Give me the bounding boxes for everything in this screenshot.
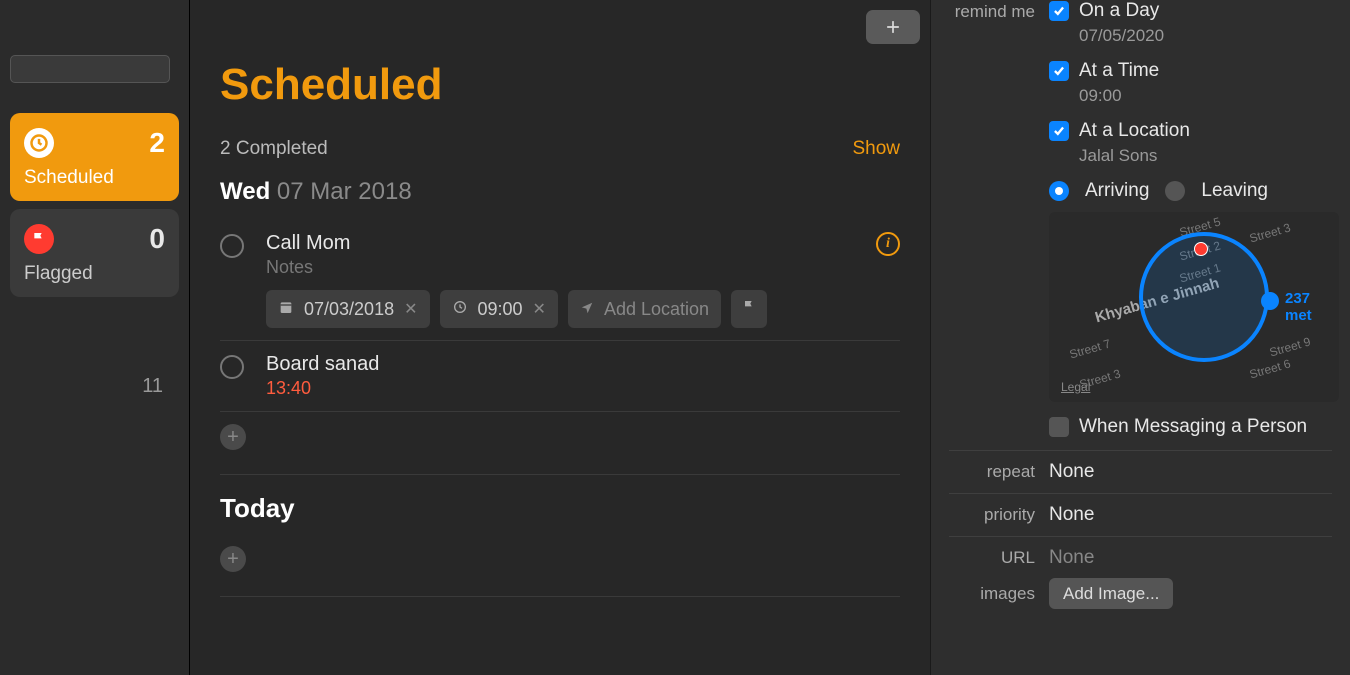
info-button[interactable]: i	[876, 232, 900, 256]
arriving-label: Arriving	[1085, 180, 1149, 202]
location-arrow-icon	[580, 299, 594, 320]
at-location-checkbox[interactable]	[1049, 121, 1069, 141]
map-pin-icon	[1194, 242, 1208, 256]
remind-me-label: remind me	[949, 0, 1049, 22]
messaging-checkbox[interactable]	[1049, 417, 1069, 437]
sidebar: 2 Scheduled 0 Flagged 11	[0, 0, 190, 675]
on-day-checkbox[interactable]	[1049, 1, 1069, 21]
clear-date-icon[interactable]: ✕	[404, 299, 417, 319]
add-task-row: +	[220, 534, 900, 597]
leaving-label: Leaving	[1201, 180, 1268, 202]
images-label: images	[949, 584, 1049, 604]
task-row[interactable]: Call Mom Notes 07/03/2018 ✕ 09:00 ✕	[220, 220, 900, 341]
at-location-value[interactable]: Jalal Sons	[1079, 146, 1339, 166]
clock-icon	[452, 299, 468, 320]
today-header: Today	[220, 493, 900, 524]
complete-toggle[interactable]	[220, 355, 244, 379]
completed-count: 2 Completed	[220, 138, 328, 160]
url-value[interactable]: None	[1049, 547, 1332, 569]
repeat-value[interactable]: None	[1049, 461, 1332, 483]
flag-icon	[24, 224, 54, 254]
add-task-row: +	[220, 412, 900, 475]
date-header: Wed 07 Mar 2018	[220, 178, 900, 206]
flagged-count: 0	[149, 223, 165, 255]
arriving-radio[interactable]	[1049, 181, 1069, 201]
task-overdue-time: 13:40	[266, 378, 900, 399]
map-legal-link[interactable]: Legal	[1061, 380, 1090, 394]
location-map[interactable]: Street 5 Street 3 Street 2 Street 1 Khya…	[1049, 212, 1339, 402]
leaving-radio[interactable]	[1165, 181, 1185, 201]
list-count: 11	[10, 305, 179, 398]
sidebar-item-flagged[interactable]: 0 Flagged	[10, 209, 179, 297]
page-title: Scheduled	[220, 60, 900, 110]
priority-label: priority	[949, 505, 1049, 525]
clock-icon	[24, 128, 54, 158]
at-location-label: At a Location	[1079, 120, 1190, 142]
add-reminder-button[interactable]	[866, 10, 920, 44]
inspector-panel: remind me On a Day 07/05/2020 At a Time …	[930, 0, 1350, 675]
sidebar-item-label: Flagged	[24, 263, 165, 285]
at-time-label: At a Time	[1079, 60, 1159, 82]
task-title[interactable]: Board sanad	[266, 353, 900, 376]
task-row[interactable]: Board sanad 13:40	[220, 341, 900, 412]
at-time-checkbox[interactable]	[1049, 61, 1069, 81]
geofence-handle[interactable]	[1261, 292, 1279, 310]
location-chip[interactable]: Add Location	[568, 290, 721, 328]
add-task-button[interactable]: +	[220, 546, 246, 572]
at-time-value[interactable]: 09:00	[1079, 86, 1339, 106]
task-notes[interactable]: Notes	[266, 257, 876, 278]
url-label: URL	[949, 548, 1049, 568]
priority-value[interactable]: None	[1049, 504, 1332, 526]
add-task-button[interactable]: +	[220, 424, 246, 450]
complete-toggle[interactable]	[220, 234, 244, 258]
time-chip[interactable]: 09:00 ✕	[440, 290, 558, 328]
add-image-button[interactable]: Add Image...	[1049, 578, 1173, 609]
sidebar-item-scheduled[interactable]: 2 Scheduled	[10, 113, 179, 201]
messaging-label: When Messaging a Person	[1079, 416, 1307, 438]
flag-icon	[741, 299, 757, 320]
search-input[interactable]	[10, 55, 170, 83]
clear-time-icon[interactable]: ✕	[533, 299, 546, 319]
sidebar-item-label: Scheduled	[24, 167, 165, 189]
date-chip[interactable]: 07/03/2018 ✕	[266, 290, 430, 328]
on-day-value[interactable]: 07/05/2020	[1079, 26, 1339, 46]
main-content: Scheduled 2 Completed Show Wed 07 Mar 20…	[190, 0, 930, 675]
completed-row: 2 Completed Show	[220, 138, 900, 160]
scheduled-count: 2	[149, 127, 165, 159]
task-title[interactable]: Call Mom	[266, 232, 876, 255]
flag-chip[interactable]	[731, 290, 767, 328]
show-completed-button[interactable]: Show	[852, 138, 900, 160]
geofence-distance: 237 met	[1285, 290, 1339, 324]
calendar-icon	[278, 299, 294, 320]
on-day-label: On a Day	[1079, 0, 1159, 22]
repeat-label: repeat	[949, 462, 1049, 482]
